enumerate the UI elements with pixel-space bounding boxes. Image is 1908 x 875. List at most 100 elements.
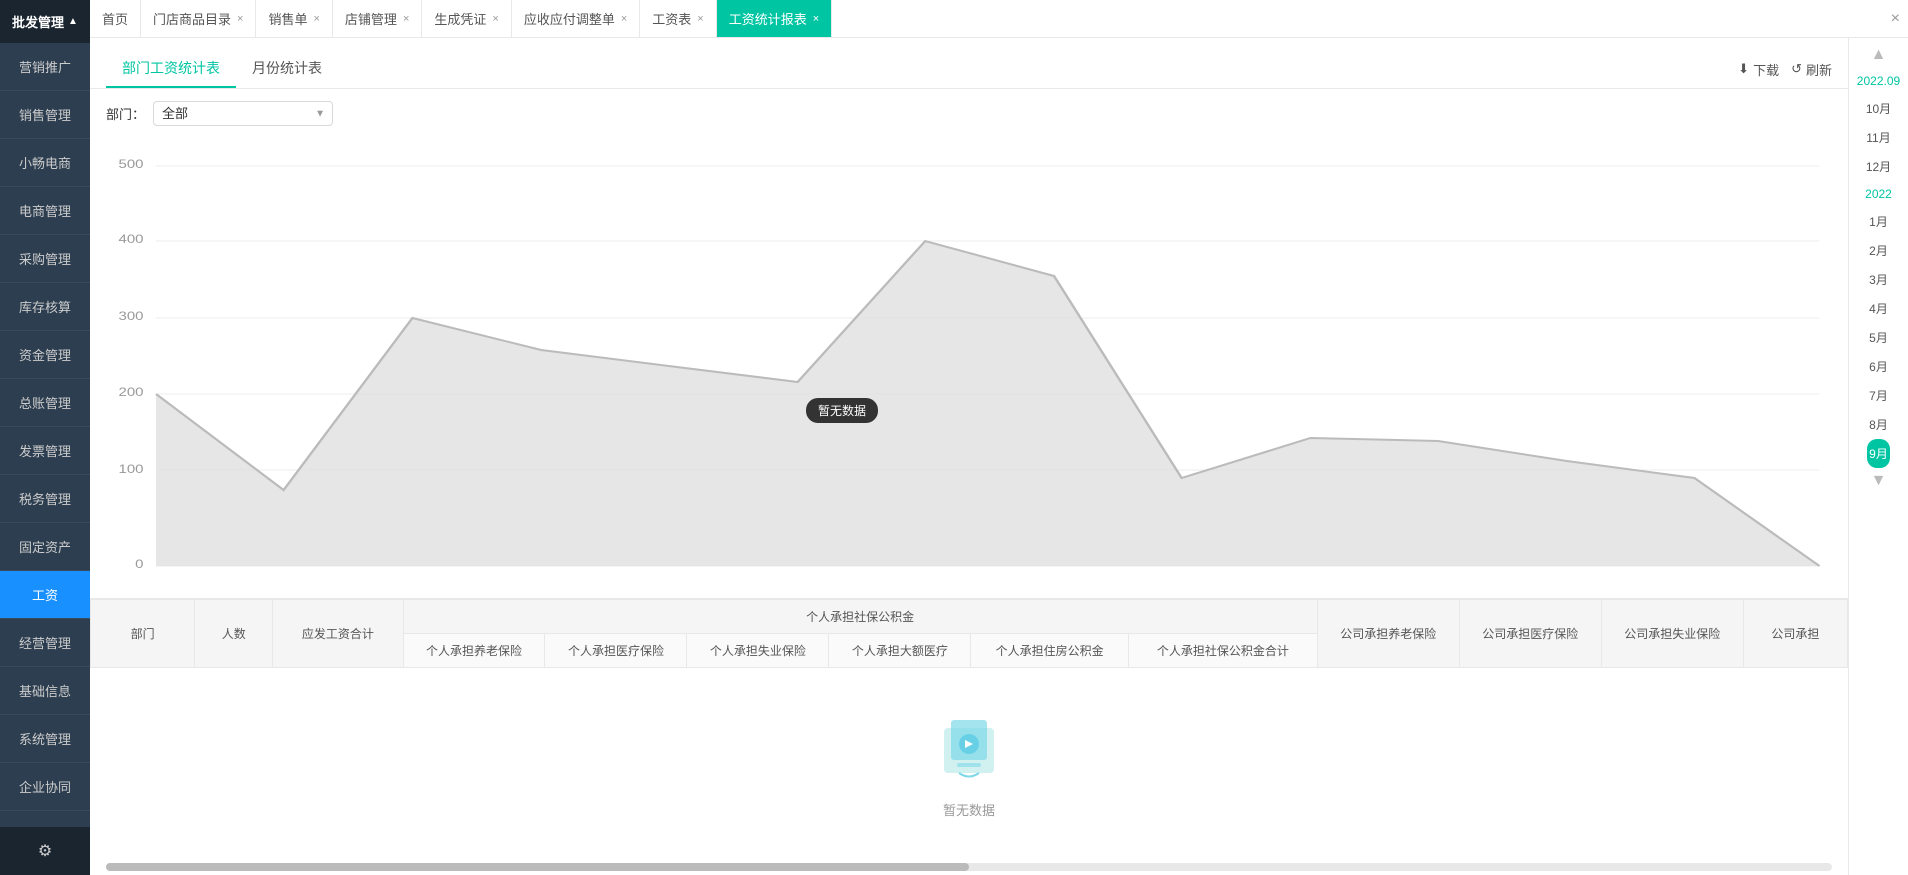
tab-close-3[interactable]: × [403, 13, 409, 25]
content-area: 部门工资统计表月份统计表 ⬇ 下载 ↺ 刷新 部门： 全 [90, 38, 1908, 875]
table-wrapper[interactable]: 部门 人数 应发工资合计 个人承担社保公积金 公司承担养老保险 公司承担医疗保险… [90, 598, 1848, 859]
panel-year-label[interactable]: 2022.09 [1849, 68, 1908, 94]
col-salary-total: 应发工资合计 [273, 600, 403, 668]
sidebar-item-销售管理[interactable]: 销售管理 [0, 91, 90, 139]
panel-month-2[interactable]: 12月 [1863, 152, 1894, 181]
panel-month-9[interactable]: 6月 [1863, 352, 1894, 381]
col-personal-medical: 个人承担医疗保险 [545, 634, 687, 668]
sidebar-item-发票管理[interactable]: 发票管理 [0, 427, 90, 475]
empty-state: 暂无数据 [90, 668, 1848, 859]
panel-month-7[interactable]: 4月 [1863, 294, 1894, 323]
tab-item-7[interactable]: 工资统计报表 × [717, 0, 832, 38]
sidebar-item-采购管理[interactable]: 采购管理 [0, 235, 90, 283]
svg-text:500: 500 [118, 157, 144, 170]
empty-icon [929, 708, 1009, 788]
department-select-wrapper: 全部 [153, 101, 333, 126]
main-content: 部门工资统计表月份统计表 ⬇ 下载 ↺ 刷新 部门： 全 [90, 38, 1848, 875]
tab-item-0[interactable]: 首页 [90, 0, 141, 38]
col-department: 部门 [91, 600, 195, 668]
tab-label-4: 生成凭证 [434, 9, 486, 28]
sidebar-item-基础信息[interactable]: 基础信息 [0, 667, 90, 715]
year-month-panel: ▲ 2022.09 10月11月12月20221月2月3月4月5月6月7月8月9… [1848, 38, 1908, 875]
panel-month-6[interactable]: 3月 [1863, 265, 1894, 294]
table-group-header-row: 部门 人数 应发工资合计 个人承担社保公积金 公司承担养老保险 公司承担医疗保险… [91, 600, 1848, 634]
sidebar-item-小畅电商[interactable]: 小畅电商 [0, 139, 90, 187]
tab-label-1: 门店商品目录 [153, 9, 231, 28]
refresh-button[interactable]: ↺ 刷新 [1791, 60, 1832, 79]
col-personal-housing: 个人承担住房公积金 [971, 634, 1129, 668]
tab-close-5[interactable]: × [621, 13, 627, 25]
tab-close-1[interactable]: × [237, 13, 243, 25]
filter-bar: 部门： 全部 [90, 89, 1848, 138]
chart-area: 500 400 300 200 100 0 [90, 138, 1848, 598]
tab-item-1[interactable]: 门店商品目录 × [141, 0, 256, 38]
svg-text:400: 400 [118, 232, 144, 245]
tab-close-2[interactable]: × [313, 13, 319, 25]
col-group-social: 个人承担社保公积金 [403, 600, 1317, 634]
col-company-unemployment: 公司承担失业保险 [1601, 600, 1743, 668]
tab-item-4[interactable]: 生成凭证 × [422, 0, 511, 38]
col-personal-total: 个人承担社保公积金合计 [1128, 634, 1317, 668]
scrollbar-thumb[interactable] [106, 863, 969, 871]
panel-nav-down[interactable]: ▼ [1867, 468, 1891, 494]
sidebar-item-库存核算[interactable]: 库存核算 [0, 283, 90, 331]
horizontal-scrollbar[interactable] [106, 863, 1832, 871]
sidebar-item-营销推广[interactable]: 营销推广 [0, 43, 90, 91]
panel-month-10[interactable]: 7月 [1863, 381, 1894, 410]
svg-text:300: 300 [118, 309, 144, 322]
sub-tab-1[interactable]: 月份统计表 [236, 50, 338, 88]
sidebar-arrow-icon: ▲ [68, 16, 78, 27]
tab-item-5[interactable]: 应收应付调整单 × [512, 0, 640, 38]
panel-month-5[interactable]: 2月 [1863, 236, 1894, 265]
col-company-other: 公司承担 [1743, 600, 1847, 668]
download-icon: ⬇ [1738, 61, 1749, 77]
panel-month-1[interactable]: 11月 [1863, 123, 1894, 152]
sidebar-settings[interactable]: ⚙ [0, 827, 90, 875]
sidebar-item-固定资产[interactable]: 固定资产 [0, 523, 90, 571]
table-scroll-area: 部门 人数 应发工资合计 个人承担社保公积金 公司承担养老保险 公司承担医疗保险… [90, 598, 1848, 875]
panel-month-4[interactable]: 1月 [1863, 207, 1894, 236]
sidebar-item-工资[interactable]: 工资 [0, 571, 90, 619]
sidebar-item-总账管理[interactable]: 总账管理 [0, 379, 90, 427]
department-select[interactable]: 全部 [153, 101, 333, 126]
panel-month-11[interactable]: 8月 [1863, 410, 1894, 439]
sidebar-header[interactable]: 批发管理 ▲ [0, 0, 90, 43]
panel-nav-up[interactable]: ▲ [1867, 42, 1891, 68]
panel-month-12[interactable]: 9月 [1867, 439, 1890, 468]
sidebar: 批发管理 ▲ 营销推广销售管理小畅电商电商管理采购管理库存核算资金管理总账管理发… [0, 0, 90, 875]
panel-month-3[interactable]: 2022 [1863, 181, 1894, 207]
tab-label-3: 店铺管理 [345, 9, 397, 28]
svg-text:200: 200 [118, 385, 144, 398]
close-all-button[interactable]: × [1891, 10, 1900, 28]
download-button[interactable]: ⬇ 下载 [1738, 60, 1779, 79]
col-headcount: 人数 [195, 600, 273, 668]
sidebar-item-系统管理[interactable]: 系统管理 [0, 715, 90, 763]
tab-label-5: 应收应付调整单 [524, 9, 615, 28]
panel-month-8[interactable]: 5月 [1863, 323, 1894, 352]
sidebar-item-电商管理[interactable]: 电商管理 [0, 187, 90, 235]
sub-tab-0[interactable]: 部门工资统计表 [106, 50, 236, 88]
tab-close-6[interactable]: × [697, 13, 703, 25]
tab-close-7[interactable]: × [813, 13, 819, 25]
sidebar-item-企业协同[interactable]: 企业协同 [0, 763, 90, 811]
main-area: 首页门店商品目录×销售单×店铺管理×生成凭证×应收应付调整单×工资表×工资统计报… [90, 0, 1908, 875]
sub-tabs-left: 部门工资统计表月份统计表 [106, 50, 338, 88]
tab-item-2[interactable]: 销售单× [256, 0, 332, 38]
empty-text: 暂无数据 [943, 800, 995, 819]
sidebar-header-label: 批发管理 [12, 12, 64, 31]
sidebar-item-资金管理[interactable]: 资金管理 [0, 331, 90, 379]
tab-label-6: 工资表 [652, 9, 691, 28]
tab-close-4[interactable]: × [492, 13, 498, 25]
sidebar-item-税务管理[interactable]: 税务管理 [0, 475, 90, 523]
sub-tabs-right: ⬇ 下载 ↺ 刷新 [1738, 60, 1832, 79]
tab-label-7: 工资统计报表 [729, 9, 807, 28]
department-label: 部门： [106, 104, 145, 123]
tab-item-6[interactable]: 工资表 × [640, 0, 716, 38]
col-personal-pension: 个人承担养老保险 [403, 634, 545, 668]
col-company-medical: 公司承担医疗保险 [1459, 600, 1601, 668]
tab-item-3[interactable]: 店铺管理 × [333, 0, 422, 38]
sidebar-item-经营管理[interactable]: 经营管理 [0, 619, 90, 667]
panel-month-0[interactable]: 10月 [1863, 94, 1894, 123]
col-personal-large-medical: 个人承担大额医疗 [829, 634, 971, 668]
sidebar-item-新手引导[interactable]: 新手引导 [0, 811, 90, 827]
